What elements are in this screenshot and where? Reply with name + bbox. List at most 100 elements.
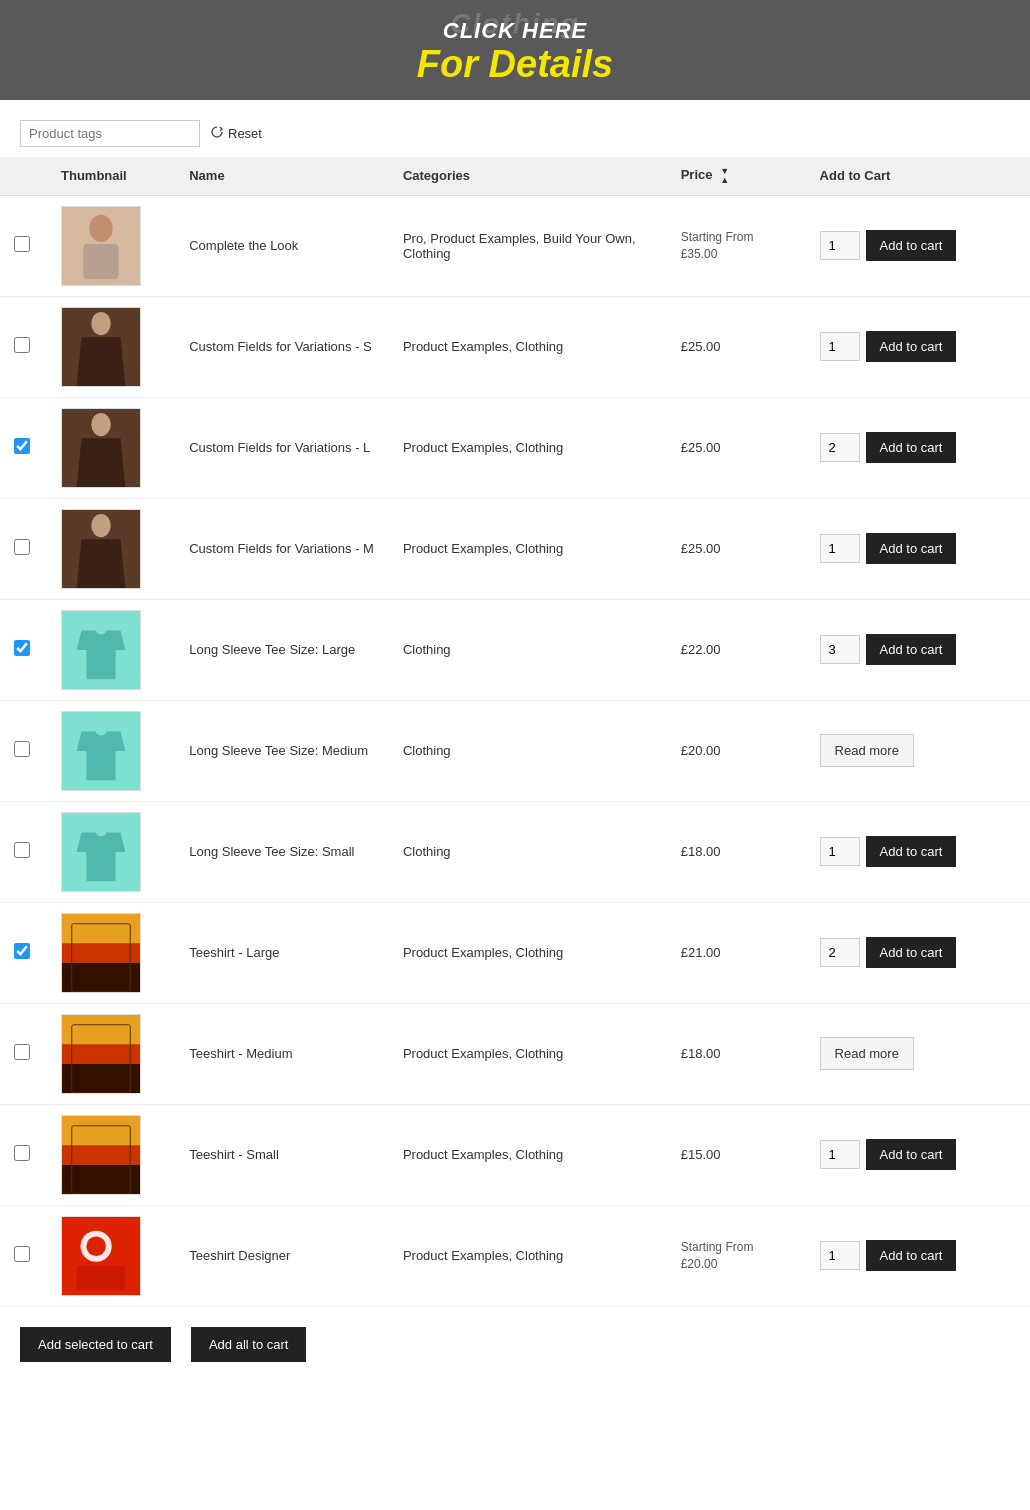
- svg-rect-27: [62, 1064, 140, 1093]
- product-cart-cell: Add to cart: [806, 195, 1030, 296]
- quantity-input[interactable]: [820, 1140, 860, 1169]
- row-checkbox[interactable]: [14, 640, 30, 656]
- svg-point-4: [91, 312, 111, 335]
- svg-point-20: [95, 824, 107, 836]
- product-categories: Clothing: [389, 801, 667, 902]
- col-header-thumbnail: Thumbnail: [47, 157, 175, 196]
- table-row: Teeshirt - SmallProduct Examples, Clothi…: [0, 1104, 1030, 1205]
- product-thumbnail: [61, 711, 141, 791]
- product-price: £20.00: [667, 700, 806, 801]
- add-to-cart-button[interactable]: Add to cart: [866, 533, 957, 564]
- page-header: Clothing CLICK HERE For Details: [0, 0, 1030, 100]
- reset-label: Reset: [228, 126, 262, 141]
- product-price: £25.00: [667, 498, 806, 599]
- product-price: £25.00: [667, 397, 806, 498]
- product-categories: Product Examples, Clothing: [389, 1205, 667, 1306]
- price-value: £25.00: [681, 339, 721, 354]
- product-cart-cell: Add to cart: [806, 801, 1030, 902]
- product-categories: Pro, Product Examples, Build Your Own, C…: [389, 195, 667, 296]
- add-to-cart-button[interactable]: Add to cart: [866, 432, 957, 463]
- row-checkbox[interactable]: [14, 236, 30, 252]
- row-checkbox[interactable]: [14, 1246, 30, 1262]
- quantity-input[interactable]: [820, 837, 860, 866]
- product-tags-input[interactable]: [20, 120, 200, 147]
- product-cart-cell: Add to cart: [806, 599, 1030, 700]
- add-to-cart-button[interactable]: Add to cart: [866, 634, 957, 665]
- table-row: Long Sleeve Tee Size: SmallClothing£18.0…: [0, 801, 1030, 902]
- row-checkbox[interactable]: [14, 438, 30, 454]
- product-categories: Product Examples, Clothing: [389, 498, 667, 599]
- product-name: Custom Fields for Variations - S: [175, 296, 389, 397]
- col-header-name: Name: [175, 157, 389, 196]
- add-to-cart-button[interactable]: Add to cart: [866, 1240, 957, 1271]
- quantity-input[interactable]: [820, 332, 860, 361]
- quantity-input[interactable]: [820, 635, 860, 664]
- quantity-input[interactable]: [820, 1241, 860, 1270]
- product-categories: Clothing: [389, 599, 667, 700]
- product-name: Teeshirt - Small: [175, 1104, 389, 1205]
- col-header-price[interactable]: Price ▼▲: [667, 157, 806, 196]
- row-checkbox[interactable]: [14, 1145, 30, 1161]
- svg-rect-30: [62, 1145, 140, 1165]
- reset-button[interactable]: Reset: [210, 125, 262, 142]
- product-thumbnail: [61, 307, 141, 387]
- quantity-input[interactable]: [820, 231, 860, 260]
- price-starting-label: Starting From£20.00: [681, 1240, 754, 1271]
- product-categories: Product Examples, Clothing: [389, 1003, 667, 1104]
- add-all-to-cart-button[interactable]: Add all to cart: [191, 1327, 307, 1362]
- price-sort-icons: ▼▲: [720, 167, 729, 185]
- product-name: Teeshirt - Large: [175, 902, 389, 1003]
- quantity-input[interactable]: [820, 433, 860, 462]
- price-value: £21.00: [681, 945, 721, 960]
- price-value: £18.00: [681, 844, 721, 859]
- svg-point-17: [95, 723, 107, 735]
- product-thumbnail: [61, 812, 141, 892]
- quantity-input[interactable]: [820, 938, 860, 967]
- add-to-cart-button[interactable]: Add to cart: [866, 331, 957, 362]
- product-thumbnail: [61, 1115, 141, 1195]
- row-checkbox[interactable]: [14, 1044, 30, 1060]
- svg-rect-31: [62, 1165, 140, 1194]
- table-row: Custom Fields for Variations - SProduct …: [0, 296, 1030, 397]
- add-to-cart-button[interactable]: Add to cart: [866, 1139, 957, 1170]
- add-to-cart-button[interactable]: Add to cart: [866, 230, 957, 261]
- read-more-button[interactable]: Read more: [820, 734, 914, 767]
- svg-rect-26: [62, 1044, 140, 1064]
- add-to-cart-button[interactable]: Add to cart: [866, 836, 957, 867]
- row-checkbox[interactable]: [14, 741, 30, 757]
- table-row: Custom Fields for Variations - LProduct …: [0, 397, 1030, 498]
- table-row: Custom Fields for Variations - MProduct …: [0, 498, 1030, 599]
- product-thumbnail: [61, 1216, 141, 1296]
- reset-icon: [210, 125, 224, 142]
- svg-rect-2: [83, 244, 118, 279]
- product-categories: Product Examples, Clothing: [389, 397, 667, 498]
- product-name: Long Sleeve Tee Size: Medium: [175, 700, 389, 801]
- row-checkbox[interactable]: [14, 842, 30, 858]
- quantity-input[interactable]: [820, 534, 860, 563]
- product-thumbnail: [61, 206, 141, 286]
- table-row: Long Sleeve Tee Size: MediumClothing£20.…: [0, 700, 1030, 801]
- product-name: Custom Fields for Variations - M: [175, 498, 389, 599]
- filter-bar: Reset: [0, 100, 1030, 157]
- product-name: Teeshirt - Medium: [175, 1003, 389, 1104]
- table-row: Teeshirt DesignerProduct Examples, Cloth…: [0, 1205, 1030, 1306]
- product-price: £18.00: [667, 801, 806, 902]
- price-starting-label: Starting From£35.00: [681, 230, 754, 261]
- product-cart-cell: Add to cart: [806, 296, 1030, 397]
- table-row: Complete the LookPro, Product Examples, …: [0, 195, 1030, 296]
- product-cart-cell: Add to cart: [806, 498, 1030, 599]
- add-selected-to-cart-button[interactable]: Add selected to cart: [20, 1327, 171, 1362]
- product-table: Thumbnail Name Categories Price ▼▲ Add t…: [0, 157, 1030, 1307]
- product-cart-cell: Read more: [806, 700, 1030, 801]
- price-value: £25.00: [681, 541, 721, 556]
- add-to-cart-button[interactable]: Add to cart: [866, 937, 957, 968]
- read-more-button[interactable]: Read more: [820, 1037, 914, 1070]
- row-checkbox[interactable]: [14, 943, 30, 959]
- product-cart-cell: Add to cart: [806, 1104, 1030, 1205]
- col-header-add-to-cart: Add to Cart: [806, 157, 1030, 196]
- product-name: Custom Fields for Variations - L: [175, 397, 389, 498]
- row-checkbox[interactable]: [14, 539, 30, 555]
- row-checkbox[interactable]: [14, 337, 30, 353]
- product-categories: Product Examples, Clothing: [389, 1104, 667, 1205]
- product-cart-cell: Add to cart: [806, 397, 1030, 498]
